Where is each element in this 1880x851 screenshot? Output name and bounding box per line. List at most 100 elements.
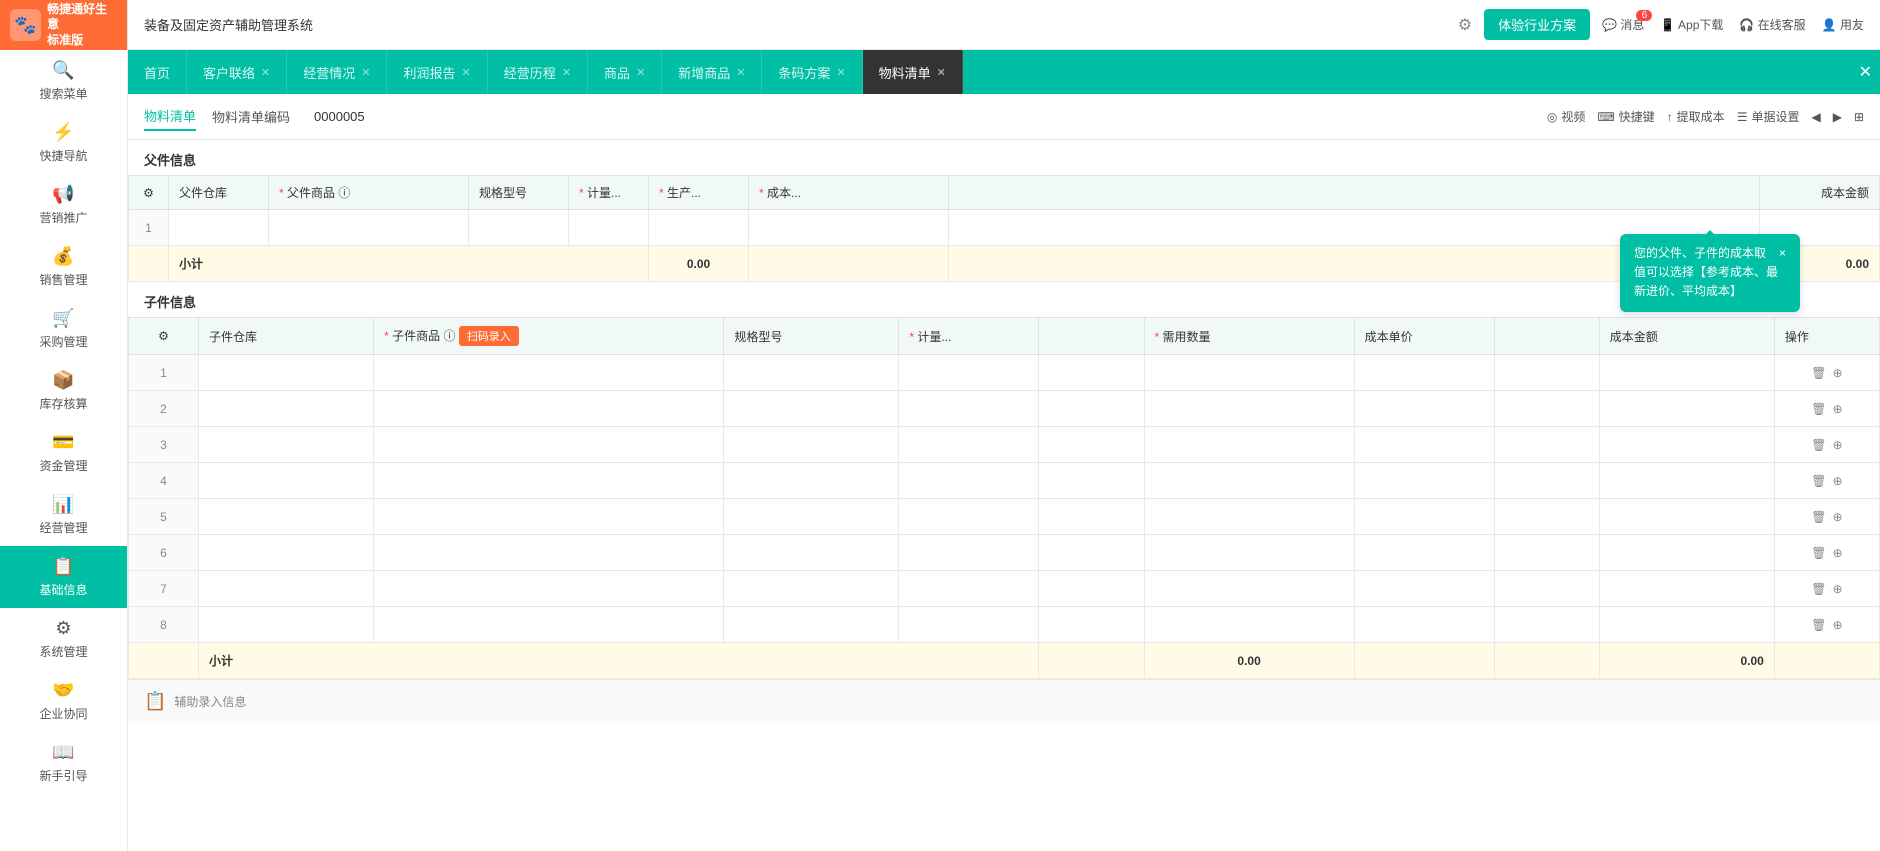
parent-cell-warehouse-1[interactable] [169,210,269,246]
app-download[interactable]: 📱 App下载 [1660,16,1723,33]
delete-icon-6[interactable]: 🗑 [1811,546,1826,560]
parent-cell-prod-1[interactable] [649,210,749,246]
nav-tab-7[interactable]: 条码方案 ✕ [762,50,862,94]
sidebar-item-4[interactable]: 🛒采购管理 [0,298,127,360]
online-service[interactable]: 🎧 在线客服 [1739,16,1805,33]
child-cell-warehouse-5[interactable] [199,499,374,535]
child-cell-warehouse-6[interactable] [199,535,374,571]
grid-view-icon[interactable]: ⊞ [1854,110,1864,124]
delete-icon-7[interactable]: 🗑 [1811,582,1826,596]
user-avatar[interactable]: 👤 用友 [1822,16,1864,33]
child-cell-need-1[interactable] [1144,355,1354,391]
child-cell-unit-6[interactable] [899,535,1039,571]
child-cell-spec-1[interactable] [724,355,899,391]
child-cell-unitcost-1[interactable] [1354,355,1494,391]
child-cell-need-3[interactable] [1144,427,1354,463]
copy-icon-7[interactable]: ⊕ [1833,582,1843,596]
action-shortcut[interactable]: ⌨ 快捷键 [1597,108,1654,125]
child-cell-warehouse-1[interactable] [199,355,374,391]
child-cell-unit-1[interactable] [899,355,1039,391]
delete-icon-8[interactable]: 🗑 [1811,618,1826,632]
sidebar-item-7[interactable]: 📊经营管理 [0,484,127,546]
child-cell-need-4[interactable] [1144,463,1354,499]
child-cell-unitcost-4[interactable] [1354,463,1494,499]
sub-tab-code[interactable]: 物料清单编码 [212,103,290,130]
child-cell-unitcost-8[interactable] [1354,607,1494,643]
child-cell-spec-6[interactable] [724,535,899,571]
settings-icon[interactable]: ⚙ [1458,15,1472,35]
copy-icon-3[interactable]: ⊕ [1833,438,1843,452]
nav-tab-4[interactable]: 经营历程 ✕ [488,50,588,94]
child-cell-unitcost-7[interactable] [1354,571,1494,607]
child-cell-need-6[interactable] [1144,535,1354,571]
copy-icon-5[interactable]: ⊕ [1833,510,1843,524]
action-doc-settings[interactable]: ☰ 单据设置 [1737,108,1800,125]
nav-prev-icon[interactable]: ◀ [1811,110,1820,124]
nav-tab-0[interactable]: 首页 [128,50,187,94]
nav-tab-close-5[interactable]: ✕ [636,66,645,79]
child-cell-spec-7[interactable] [724,571,899,607]
parent-cell-spec-1[interactable] [469,210,569,246]
child-cell-product-5[interactable] [374,499,724,535]
copy-icon-1[interactable]: ⊕ [1833,366,1843,380]
nav-tab-2[interactable]: 经营情况 ✕ [287,50,387,94]
child-cell-unitcost-5[interactable] [1354,499,1494,535]
child-cell-product-4[interactable] [374,463,724,499]
delete-icon-1[interactable]: 🗑 [1811,366,1826,380]
child-cell-unit-7[interactable] [899,571,1039,607]
child-cell-spec-2[interactable] [724,391,899,427]
child-cell-unit-3[interactable] [899,427,1039,463]
child-cell-unitcost-2[interactable] [1354,391,1494,427]
child-cell-warehouse-8[interactable] [199,607,374,643]
parent-cell-cost-1[interactable] [749,210,949,246]
message-badge[interactable]: 💬 消息 6 [1602,16,1644,33]
nav-tab-close-1[interactable]: ✕ [261,66,270,79]
sidebar-item-3[interactable]: 💰销售管理 [0,236,127,298]
sub-tab-list[interactable]: 物料清单 [144,102,196,131]
sidebar-item-10[interactable]: 🤝企业协同 [0,670,127,732]
child-cell-spec-8[interactable] [724,607,899,643]
child-cell-unit-4[interactable] [899,463,1039,499]
nav-tab-8[interactable]: 物料清单 ✕ [863,50,963,94]
copy-icon-6[interactable]: ⊕ [1833,546,1843,560]
sidebar-item-11[interactable]: 📖新手引导 [0,732,127,794]
child-cell-warehouse-2[interactable] [199,391,374,427]
nav-tab-6[interactable]: 新增商品 ✕ [662,50,762,94]
parent-col-settings[interactable]: ⚙ [129,176,169,210]
action-extract-cost[interactable]: ↑ 提取成本 [1667,108,1725,125]
parent-cell-product-1[interactable] [269,210,469,246]
child-cell-product-6[interactable] [374,535,724,571]
nav-tab-close-7[interactable]: ✕ [836,66,845,79]
child-cell-unitcost-3[interactable] [1354,427,1494,463]
close-all-icon[interactable]: ✕ [1859,62,1872,82]
parent-cell-unit-1[interactable] [569,210,649,246]
sidebar-item-6[interactable]: 💳资金管理 [0,422,127,484]
nav-tab-close-6[interactable]: ✕ [736,66,745,79]
copy-icon-8[interactable]: ⊕ [1833,618,1843,632]
sidebar-item-8[interactable]: 📋基础信息 [0,546,127,608]
sidebar-item-9[interactable]: ⚙系统管理 [0,608,127,670]
child-cell-unit-2[interactable] [899,391,1039,427]
nav-tab-close-2[interactable]: ✕ [361,66,370,79]
copy-icon-4[interactable]: ⊕ [1833,474,1843,488]
child-cell-warehouse-7[interactable] [199,571,374,607]
child-cell-product-1[interactable] [374,355,724,391]
delete-icon-4[interactable]: 🗑 [1811,474,1826,488]
sidebar-item-1[interactable]: ⚡快捷导航 [0,112,127,174]
nav-tab-close-4[interactable]: ✕ [562,66,571,79]
child-cell-warehouse-4[interactable] [199,463,374,499]
child-cell-product-8[interactable] [374,607,724,643]
child-cell-product-7[interactable] [374,571,724,607]
nav-tab-3[interactable]: 利润报告 ✕ [387,50,487,94]
child-cell-need-7[interactable] [1144,571,1354,607]
delete-icon-2[interactable]: 🗑 [1811,402,1826,416]
child-cell-spec-3[interactable] [724,427,899,463]
sidebar-item-5[interactable]: 📦库存核算 [0,360,127,422]
child-cell-unit-8[interactable] [899,607,1039,643]
delete-icon-3[interactable]: 🗑 [1811,438,1826,452]
child-cell-need-2[interactable] [1144,391,1354,427]
sidebar-item-2[interactable]: 📢营销推广 [0,174,127,236]
tooltip-close-btn[interactable]: × [1779,244,1786,263]
child-cell-spec-5[interactable] [724,499,899,535]
child-cell-spec-4[interactable] [724,463,899,499]
